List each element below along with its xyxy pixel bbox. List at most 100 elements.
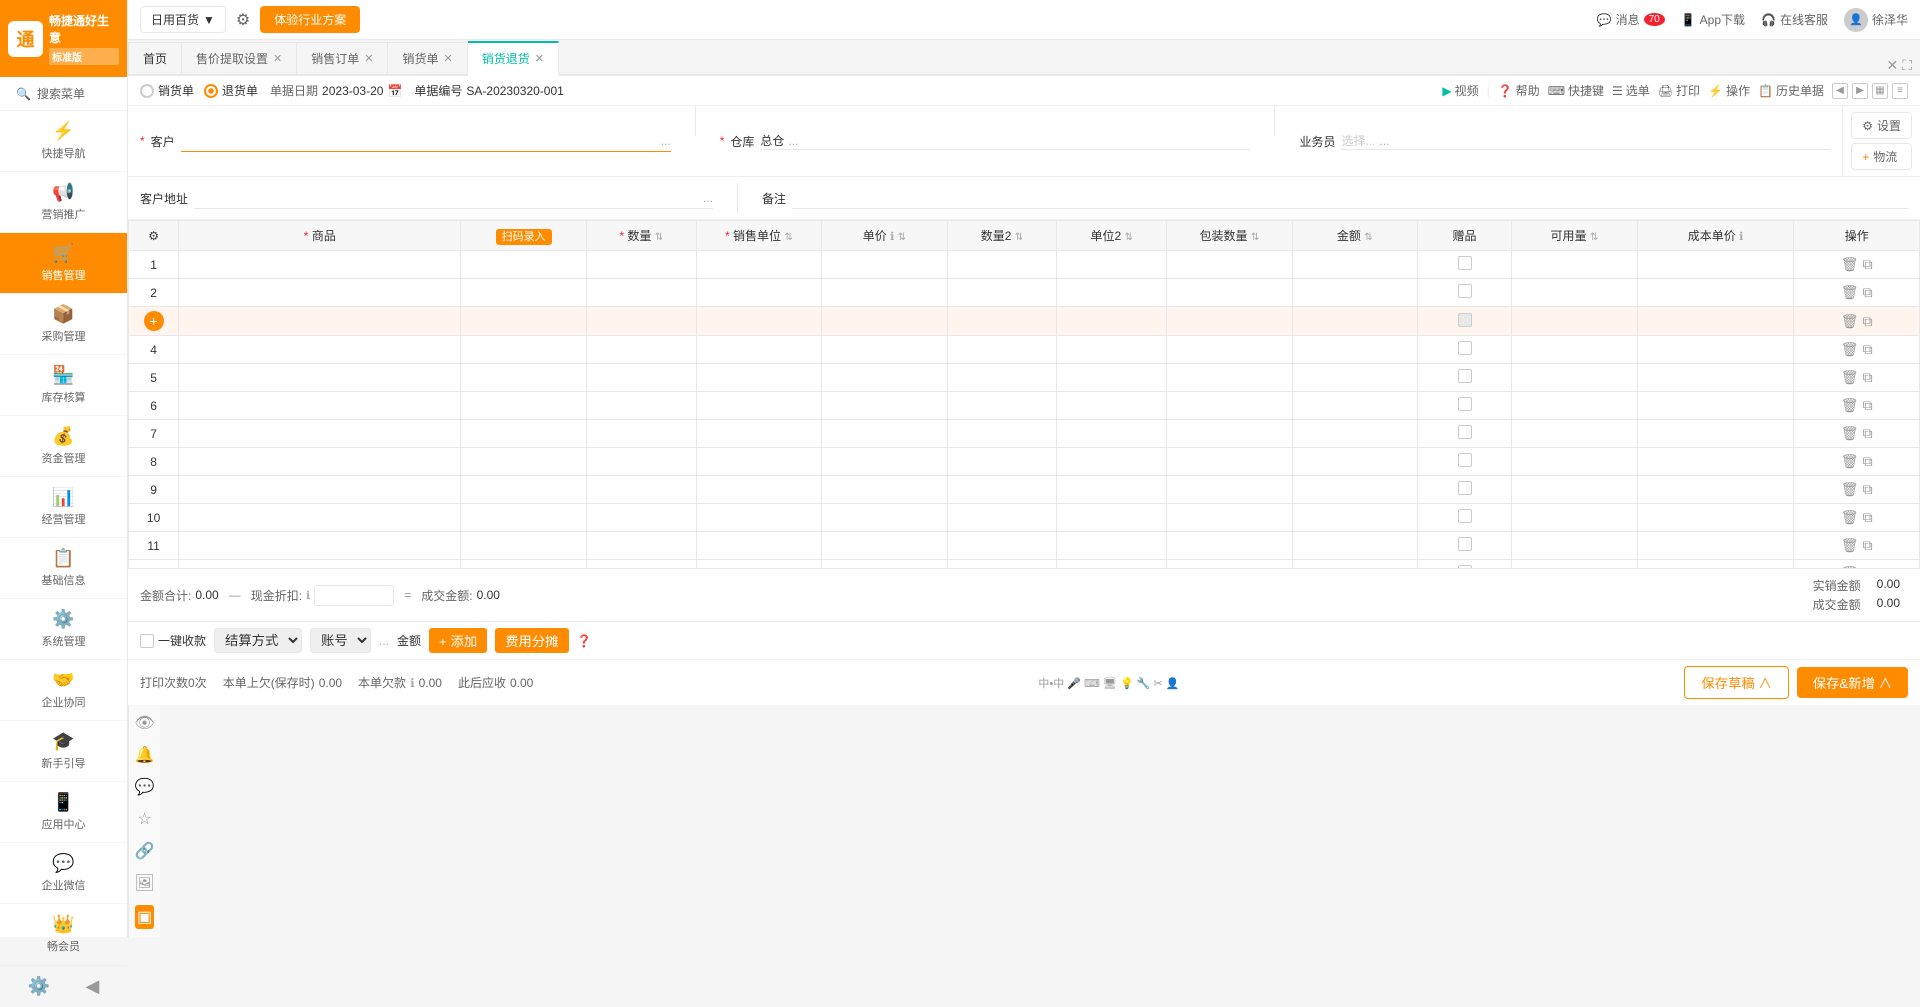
tab-sales-return-close-icon[interactable]: ✕ (535, 52, 544, 65)
sidebar-item-guide[interactable]: 🎓 新手引导 (0, 721, 127, 782)
amount-cell[interactable] (1292, 307, 1417, 336)
copy-icon[interactable]: ⧉ (1863, 425, 1873, 442)
copy-icon[interactable]: ⧉ (1863, 453, 1873, 470)
trial-btn[interactable]: 体验行业方案 (260, 6, 360, 33)
logistics-btn[interactable]: + 物流 (1851, 143, 1912, 170)
qty-cell[interactable] (586, 307, 696, 336)
cost-cell[interactable] (1637, 307, 1794, 336)
available-cell[interactable] (1512, 251, 1637, 279)
pack-qty-cell[interactable] (1167, 307, 1292, 336)
radio-sale[interactable]: 销货单 (140, 82, 194, 99)
action-select[interactable]: ☰ 选单 (1612, 82, 1650, 99)
gift-checkbox[interactable] (1458, 369, 1472, 383)
goods-cell[interactable] (179, 279, 461, 307)
gift-checkbox[interactable] (1458, 284, 1472, 298)
copy-icon[interactable]: ⧉ (1863, 397, 1873, 414)
gift-checkbox[interactable] (1458, 425, 1472, 439)
tab-price-close-icon[interactable]: ✕ (273, 52, 282, 65)
copy-icon[interactable]: ⧉ (1863, 284, 1873, 301)
price-cell[interactable] (822, 251, 947, 279)
tab-home[interactable]: 首页 (128, 42, 182, 74)
delete-icon[interactable]: 🗑 (1841, 537, 1859, 554)
user-info[interactable]: 👤 徐泽华 (1844, 8, 1908, 32)
side-panel-bell-icon[interactable]: 🔔 (135, 745, 155, 765)
help-icon2[interactable]: ❓ (577, 634, 592, 648)
unit2-cell[interactable] (1057, 251, 1167, 279)
customer-input[interactable] (181, 130, 657, 151)
sort-icon[interactable]: ⇅ (784, 232, 792, 243)
qty-cell[interactable] (586, 251, 696, 279)
delete-icon[interactable]: 🗑 (1841, 397, 1859, 414)
delete-icon[interactable]: 🗑 (1841, 256, 1859, 273)
tab-price-setting[interactable]: 售价提取设置 ✕ (182, 42, 297, 74)
online-service-btn[interactable]: 🎧 在线客服 (1761, 11, 1828, 28)
one-click-payment[interactable]: 一键收款 (140, 632, 206, 649)
tab-sales-goods[interactable]: 销货单 ✕ (388, 42, 467, 74)
unit2-cell[interactable] (1057, 279, 1167, 307)
calendar-icon[interactable]: 📅 (387, 84, 402, 98)
salesperson-dots[interactable]: ... (1380, 134, 1390, 148)
account-dots[interactable]: ... (379, 634, 389, 648)
pack-qty-cell[interactable] (1167, 279, 1292, 307)
gift-checkbox[interactable] (1458, 313, 1472, 327)
nav-prev-btn[interactable]: ◀ (1832, 83, 1848, 99)
cash-discount-input[interactable] (314, 585, 394, 606)
unit-cell[interactable] (696, 279, 821, 307)
available-cell[interactable] (1512, 307, 1637, 336)
tab-sales-return[interactable]: 销货退货 ✕ (468, 41, 559, 76)
grid-view-btn[interactable]: ▦ (1872, 83, 1888, 99)
sidebar-item-sales[interactable]: 🛒 销售管理 (0, 233, 127, 294)
discount-info-icon[interactable]: ℹ (306, 589, 310, 602)
industry-dropdown[interactable]: 日用百货 ▼ (140, 6, 226, 33)
price-info-icon[interactable]: ℹ (890, 231, 894, 243)
save-new-btn[interactable]: 保存&新增 ∧ (1797, 667, 1908, 698)
qty2-cell[interactable] (947, 279, 1057, 307)
sidebar-item-inventory[interactable]: 🏪 库存核算 (0, 355, 127, 416)
qty-cell[interactable] (586, 279, 696, 307)
delete-icon[interactable]: 🗑 (1841, 425, 1859, 442)
amount-cell[interactable] (1292, 279, 1417, 307)
action-print[interactable]: 🖨 打印 (1658, 82, 1700, 99)
sidebar-item-system[interactable]: ⚙️ 系统管理 (0, 599, 127, 660)
gift-checkbox[interactable] (1458, 537, 1472, 551)
collapse-icon[interactable]: ◀ (85, 976, 99, 997)
topbar-gear-icon[interactable]: ⚙ (236, 10, 250, 30)
sort-icon[interactable]: ⇅ (1590, 232, 1598, 243)
radio-return[interactable]: 退货单 (204, 82, 258, 99)
amount-cell[interactable] (1292, 251, 1417, 279)
side-panel-image-icon[interactable]: 🖼 (134, 873, 154, 893)
gift-checkbox[interactable] (1458, 453, 1472, 467)
unit-cell[interactable] (696, 307, 821, 336)
add-row-btn[interactable]: + (144, 311, 164, 331)
sidebar-item-basic[interactable]: 📋 基础信息 (0, 538, 127, 599)
sidebar-item-marketing[interactable]: 📢 营销推广 (0, 172, 127, 233)
tab-sales-order-close-icon[interactable]: ✕ (364, 52, 373, 65)
th-settings[interactable]: ⚙ (129, 221, 179, 251)
tab-expand-icon[interactable]: ⛶ (1902, 57, 1912, 74)
tab-sales-order[interactable]: 销售订单 ✕ (297, 42, 388, 74)
fee-split-btn[interactable]: 费用分摊 (495, 628, 568, 653)
warehouse-dots[interactable]: ... (788, 134, 798, 148)
copy-icon[interactable]: ⧉ (1863, 341, 1873, 358)
side-panel-star-icon[interactable]: ☆ (137, 809, 151, 829)
settings-bottom-icon[interactable]: ⚙️ (28, 976, 50, 997)
sort-icon[interactable]: ⇅ (655, 232, 663, 243)
message-btn[interactable]: 💬 消息 70 (1597, 11, 1665, 28)
copy-icon[interactable]: ⧉ (1863, 481, 1873, 498)
list-view-btn[interactable]: ≡ (1892, 83, 1908, 99)
qty2-cell[interactable] (947, 307, 1057, 336)
note-input[interactable] (792, 187, 1908, 209)
gift-checkbox[interactable] (1458, 256, 1472, 270)
sidebar-item-shortcuts[interactable]: ⚡ 快捷导航 (0, 111, 127, 172)
delete-icon[interactable]: 🗑 (1841, 453, 1859, 470)
delete-icon[interactable]: 🗑 (1841, 481, 1859, 498)
nav-next-btn[interactable]: ▶ (1852, 83, 1868, 99)
delete-icon[interactable]: 🗑 (1841, 509, 1859, 526)
copy-icon[interactable]: ⧉ (1863, 313, 1873, 330)
action-shortcuts[interactable]: ⌨ 快捷键 (1548, 82, 1604, 99)
available-cell[interactable] (1512, 279, 1637, 307)
price-cell[interactable] (822, 307, 947, 336)
address-input[interactable] (194, 187, 699, 208)
sidebar-item-member[interactable]: 👑 畅会员 (0, 904, 127, 965)
copy-icon[interactable]: ⧉ (1863, 537, 1873, 554)
